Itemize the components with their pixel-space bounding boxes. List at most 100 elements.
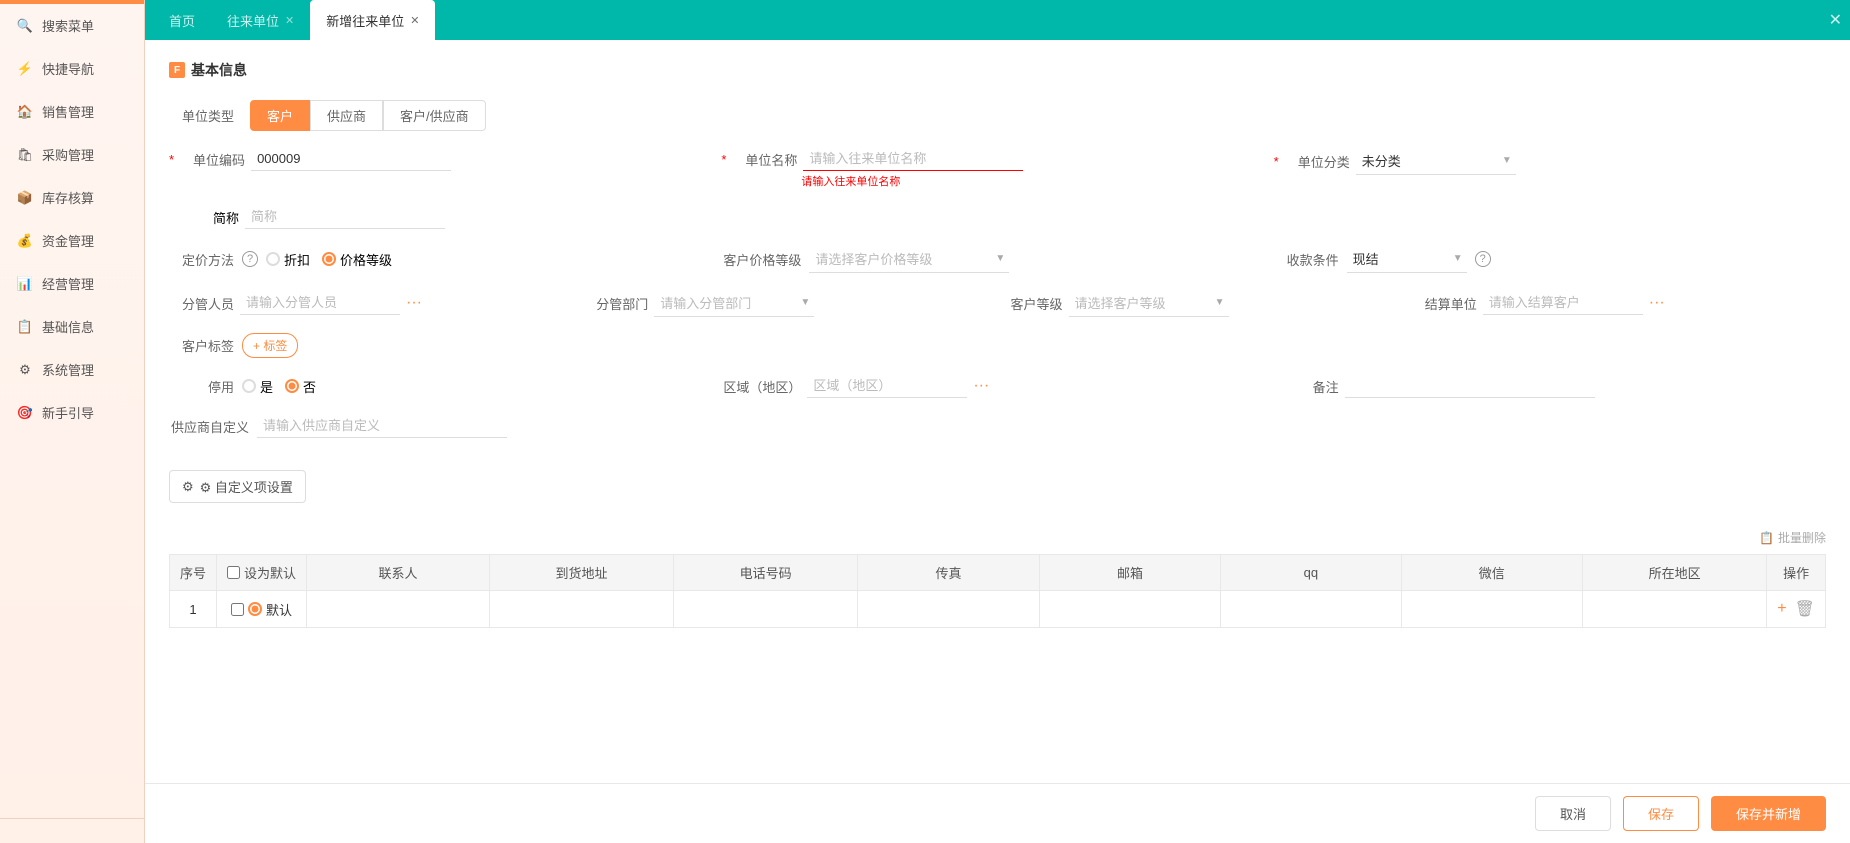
sidebar-item-quick-nav[interactable]: ⚡ 快捷导航 [0,47,144,90]
cell-email[interactable] [1039,591,1221,628]
sidebar-item-operations[interactable]: 📊 经营管理 [0,262,144,305]
save-button[interactable]: 保存 [1623,796,1699,831]
col-email: 邮箱 [1039,555,1221,591]
unit-name-input[interactable] [803,147,1023,171]
row-default-radio[interactable]: 默认 [248,600,292,619]
pricing-help-icon[interactable]: ? [242,251,258,267]
pricing-level-radio[interactable]: 价格等级 [322,250,392,269]
address-input[interactable] [500,602,663,617]
unit-category-label: 单位分类 [1285,152,1350,171]
manager-input[interactable] [240,291,400,315]
short-name-row: 简称 [169,205,1826,229]
tab-trading-partners[interactable]: 往来单位 ✕ [211,0,310,40]
money-icon: 💰 [16,232,34,250]
department-select[interactable]: 请输入分管部门 ▼ [654,289,814,317]
gear-icon: ⚙ [16,361,34,379]
sidebar-item-new-user-guide[interactable]: 🎯 新手引导 [0,391,144,434]
payment-terms-field: 收款条件 现结 ▼ ? [1274,245,1826,273]
cancel-button[interactable]: 取消 [1535,796,1611,831]
settlement-input[interactable] [1483,291,1643,315]
cell-address[interactable] [489,591,673,628]
sidebar-item-system[interactable]: ⚙ 系统管理 [0,348,144,391]
customer-level-select[interactable]: 请选择客户等级 ▼ [1069,289,1229,317]
box-icon: 📦 [16,189,34,207]
section-basic-info: F 基本信息 [169,60,1826,80]
region-input[interactable] [807,374,967,398]
sidebar-item-inventory[interactable]: 📦 库存核算 [0,176,144,219]
cell-fax[interactable] [858,591,1040,628]
unit-category-select[interactable]: 未分类 ▼ [1356,147,1516,175]
sidebar-bottom [0,818,144,843]
table-row: 1 默认 [170,591,1826,628]
pricing-method-label: 定价方法 [169,250,234,269]
disabled-no-radio[interactable]: 否 [285,377,316,396]
phone-input[interactable] [684,602,847,617]
contact-input[interactable] [317,602,479,617]
unit-type-btn-supplier[interactable]: 供应商 [310,100,383,131]
unit-type-btn-customer[interactable]: 客户 [250,100,310,131]
payment-help-icon[interactable]: ? [1475,251,1491,267]
settlement-more-btn[interactable]: ··· [1649,294,1665,312]
disabled-yes-radio[interactable]: 是 [242,377,273,396]
row-checkbox[interactable] [231,603,244,616]
sidebar-item-finance[interactable]: 💰 资金管理 [0,219,144,262]
lightning-icon: ⚡ [16,60,34,78]
row-delete-btn[interactable]: 🗑 [1795,599,1815,619]
tab-home[interactable]: 首页 [153,0,211,40]
supplier-custom-input[interactable] [257,414,507,438]
sidebar-item-purchase[interactable]: 🛍 采购管理 [0,133,144,176]
department-arrow: ▼ [800,297,810,308]
department-field: 分管部门 请输入分管部门 ▼ [583,289,997,317]
cell-qq[interactable] [1221,591,1401,628]
short-name-label: 简称 [169,208,239,227]
unit-type-row: 单位类型 客户 供应商 客户/供应商 [169,100,1826,131]
remark-input[interactable] [1345,374,1595,398]
cell-wechat[interactable] [1401,591,1583,628]
manager-more-btn[interactable]: ··· [406,294,422,312]
settlement-label: 结算单位 [1412,294,1477,313]
pricing-method-field: 定价方法 ? 折扣 价格等级 [169,250,721,269]
col-default-checkbox[interactable] [227,566,240,579]
email-input[interactable] [1050,602,1211,617]
payment-terms-label: 收款条件 [1274,250,1339,269]
short-name-input[interactable] [245,205,445,229]
unit-category-field: * 单位分类 未分类 ▼ [1274,147,1826,175]
unit-category-arrow: ▼ [1502,155,1512,166]
row-add-btn[interactable]: + [1777,600,1786,618]
sidebar-item-search[interactable]: 🔍 搜索菜单 [0,4,144,47]
sidebar-item-sales[interactable]: 🏠 销售管理 [0,90,144,133]
pricing-discount-radio[interactable]: 折扣 [266,250,310,269]
customer-price-arrow: ▼ [995,253,1005,264]
disabled-label: 停用 [169,377,234,396]
unit-type-group: 客户 供应商 客户/供应商 [250,100,486,131]
region-val-input[interactable] [1593,602,1756,617]
row-code-name-cat: * 单位编码 * 单位名称 请输入往来单位名称 * 单位分类 未分类 [169,147,1826,189]
cell-region-val[interactable] [1583,591,1767,628]
wechat-input[interactable] [1412,602,1573,617]
add-tag-button[interactable]: + 标签 [242,333,298,358]
sidebar-item-basic-info[interactable]: 📋 基础信息 [0,305,144,348]
tab-new-trading-partner[interactable]: 新增往来单位 ✕ [310,0,435,40]
region-label: 区域（地区） [721,377,801,396]
customer-level-arrow: ▼ [1215,297,1225,308]
main-close-button[interactable]: ✕ [1829,10,1842,30]
region-more-btn[interactable]: ··· [973,377,989,395]
unit-name-field: * 单位名称 请输入往来单位名称 [721,147,1273,189]
tab-close-trading-partners[interactable]: ✕ [285,14,294,27]
cell-contact[interactable] [307,591,490,628]
save-new-button[interactable]: 保存并新增 [1711,796,1826,831]
cell-phone[interactable] [674,591,858,628]
cell-default: 默认 [217,591,307,628]
tab-close-new-trading-partner[interactable]: ✕ [410,14,419,27]
col-operations: 操作 [1767,555,1826,591]
customer-price-select[interactable]: 请选择客户价格等级 ▼ [809,245,1009,273]
qq-input[interactable] [1231,602,1390,617]
payment-terms-select[interactable]: 现结 ▼ [1347,245,1467,273]
batch-delete-btn[interactable]: 📋 批量删除 [1759,529,1826,546]
unit-type-btn-both[interactable]: 客户/供应商 [383,100,486,131]
fax-input[interactable] [868,602,1029,617]
custom-settings-button[interactable]: ⚙ ⚙ 自定义项设置 [169,470,306,503]
custom-settings-icon: ⚙ [182,479,194,495]
main-area: 首页 往来单位 ✕ 新增往来单位 ✕ ✕ F 基本信息 单位类型 客户 供应商 … [145,0,1850,843]
unit-code-input[interactable] [251,147,451,171]
